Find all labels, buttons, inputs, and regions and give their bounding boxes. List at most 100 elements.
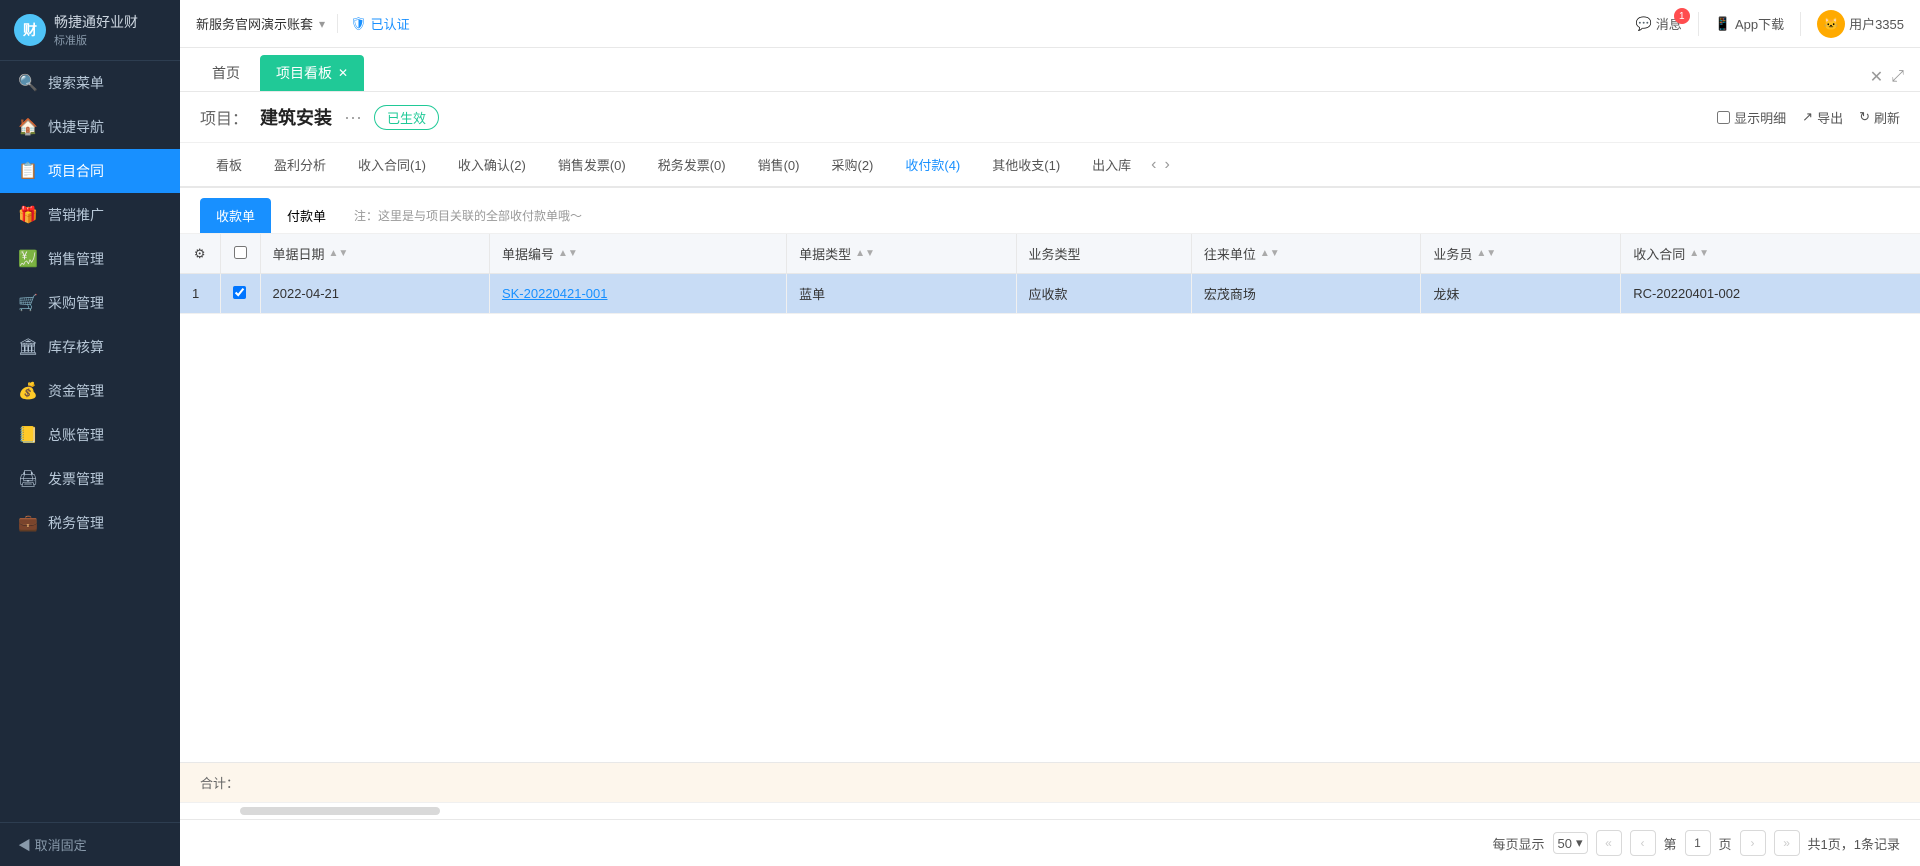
sub2tab-payment-label: 付款单 xyxy=(287,209,326,224)
prev-icon: ‹ xyxy=(1641,836,1645,850)
row-number[interactable]: SK-20220421-001 xyxy=(489,274,786,314)
select-all-checkbox[interactable] xyxy=(234,246,247,259)
sidebar-item-label: 搜索菜单 xyxy=(48,73,104,93)
sort-salesperson-icon[interactable]: ▲▼ xyxy=(1476,248,1496,259)
col-number-label: 单据编号 xyxy=(502,244,554,263)
sort-partner-icon[interactable]: ▲▼ xyxy=(1260,248,1280,259)
verified-badge: 🛡 已认证 xyxy=(350,14,410,33)
refresh-label: 刷新 xyxy=(1874,108,1900,127)
sub2tab-payment-bill[interactable]: 付款单 xyxy=(271,198,342,233)
window-maximize-button[interactable]: ⤢ xyxy=(1891,68,1904,86)
show-detail-checkbox[interactable] xyxy=(1717,111,1730,124)
app-edition: 标准版 xyxy=(54,32,138,48)
subtab-kanban[interactable]: 看板 xyxy=(200,143,258,188)
horizontal-scrollbar[interactable] xyxy=(240,807,440,815)
tab-project-board[interactable]: 项目看板 ✕ xyxy=(260,55,364,91)
pagination-prev-button[interactable]: ‹ xyxy=(1630,830,1656,856)
per-page-select[interactable]: 50 ▾ xyxy=(1553,832,1588,854)
pagination-last-button[interactable]: » xyxy=(1774,830,1800,856)
topbar-right: 💬 消息 1 📱 App下载 🐱 用户3355 xyxy=(1636,10,1904,38)
col-partner-label: 往来单位 xyxy=(1204,244,1256,263)
row-biz-type-value: 应收款 xyxy=(1029,287,1068,302)
user-menu[interactable]: 🐱 用户3355 xyxy=(1817,10,1904,38)
subtab-income-contract[interactable]: 收入合同(1) xyxy=(342,143,442,188)
topbar: 新服务官网演示账套 ▾ 🛡 已认证 💬 消息 1 📱 App下载 🐱 用户335… xyxy=(180,0,1920,48)
tab-close-icon[interactable]: ✕ xyxy=(338,66,348,80)
sidebar-unpin-button[interactable]: ◀ 取消固定 xyxy=(0,822,180,866)
sort-contract-icon[interactable]: ▲▼ xyxy=(1689,248,1709,259)
sidebar-item-purchase[interactable]: 🛒 采购管理 xyxy=(0,281,180,325)
subtab-next-nav[interactable]: › xyxy=(1161,144,1174,186)
per-page-value: 50 xyxy=(1558,836,1572,851)
subtab-tax-invoice-label: 税务发票(0) xyxy=(658,158,726,173)
sidebar-item-search[interactable]: 🔍 搜索菜单 xyxy=(0,61,180,105)
sidebar-item-label: 库存核算 xyxy=(48,337,104,357)
row-biz-type: 应收款 xyxy=(1016,274,1191,314)
app-download-button[interactable]: 📱 App下载 xyxy=(1715,14,1784,33)
sidebar-item-inventory[interactable]: 🏛 库存核算 xyxy=(0,325,180,369)
sidebar-item-invoice[interactable]: 🖨 发票管理 xyxy=(0,457,180,501)
pagination-first-button[interactable]: « xyxy=(1596,830,1622,856)
more-options-button[interactable]: ··· xyxy=(344,107,362,128)
col-checkbox[interactable] xyxy=(220,234,260,274)
sort-type-icon[interactable]: ▲▼ xyxy=(855,248,875,259)
col-type-label: 单据类型 xyxy=(799,244,851,263)
sidebar-item-ledger[interactable]: 📒 总账管理 xyxy=(0,413,180,457)
pagination-next-button[interactable]: › xyxy=(1740,830,1766,856)
row-num: 1 xyxy=(180,274,220,314)
subtab-purchase[interactable]: 采购(2) xyxy=(815,143,889,188)
row-type: 蓝单 xyxy=(787,274,1016,314)
refresh-button[interactable]: ↻ 刷新 xyxy=(1859,108,1900,127)
show-detail-checkbox-label[interactable]: 显示明细 xyxy=(1717,108,1786,127)
row-partner: 宏茂商场 xyxy=(1191,274,1420,314)
project-prefix: 项目： xyxy=(200,105,248,129)
subtab-receipt[interactable]: 收付款(4) xyxy=(889,143,976,188)
sidebar-item-quicknav[interactable]: 🏠 快捷导航 xyxy=(0,105,180,149)
sidebar-item-marketing[interactable]: 🎁 营销推广 xyxy=(0,193,180,237)
page-suffix: 页 xyxy=(1719,834,1732,853)
table-row[interactable]: 1 2022-04-21 SK-20220421-001 蓝单 xyxy=(180,274,1920,314)
row-select-checkbox[interactable] xyxy=(233,286,246,299)
subtab-tax-invoice[interactable]: 税务发票(0) xyxy=(642,143,742,188)
messages-button[interactable]: 💬 消息 1 xyxy=(1636,14,1682,33)
col-settings[interactable]: ⚙ xyxy=(180,234,220,274)
pagination: 每页显示 50 ▾ « ‹ 第 1 页 › » 共1页，1条记录 xyxy=(180,819,1920,866)
invoice-icon: 🖨 xyxy=(18,469,38,489)
user-name: 用户3355 xyxy=(1849,14,1904,33)
row-date-value: 2022-04-21 xyxy=(273,286,340,301)
subtab-inout[interactable]: 出入库 xyxy=(1076,143,1147,188)
row-salesperson-value: 龙妹 xyxy=(1433,287,1459,302)
sidebar-item-label: 销售管理 xyxy=(48,249,104,269)
sidebar: 财 畅捷通好业财 标准版 🔍 搜索菜单 🏠 快捷导航 📋 项目合同 🎁 营销推广… xyxy=(0,0,180,866)
content-header: 项目： 建筑安装 ··· 已生效 显示明细 ↗ 导出 ↻ 刷新 xyxy=(180,92,1920,143)
sales-icon: 💹 xyxy=(18,249,38,269)
subtab-income-confirm[interactable]: 收入确认(2) xyxy=(442,143,542,188)
subtab-sales-invoice[interactable]: 销售发票(0) xyxy=(542,143,642,188)
subtab-kanban-label: 看板 xyxy=(216,158,242,173)
sidebar-item-tax[interactable]: 💼 税务管理 xyxy=(0,501,180,545)
sidebar-item-sales[interactable]: 💹 销售管理 xyxy=(0,237,180,281)
page-number-input[interactable]: 1 xyxy=(1685,830,1711,856)
row-number-link[interactable]: SK-20220421-001 xyxy=(502,286,608,301)
subtab-profit[interactable]: 盈利分析 xyxy=(258,143,342,188)
tab-home[interactable]: 首页 xyxy=(196,55,256,91)
sidebar-item-contract[interactable]: 📋 项目合同 xyxy=(0,149,180,193)
sub2tab-receipt-bill[interactable]: 收款单 xyxy=(200,198,271,233)
status-text: 已生效 xyxy=(387,111,426,126)
row-checkbox[interactable] xyxy=(220,274,260,314)
last-icon: » xyxy=(1783,836,1790,850)
sort-number-icon[interactable]: ▲▼ xyxy=(558,248,578,259)
subtabs: 看板 盈利分析 收入合同(1) 收入确认(2) 销售发票(0) 税务发票(0) … xyxy=(180,143,1920,188)
sidebar-item-finance[interactable]: 💰 资金管理 xyxy=(0,369,180,413)
export-button[interactable]: ↗ 导出 xyxy=(1802,108,1843,127)
subtab-other-expense[interactable]: 其他收支(1) xyxy=(976,143,1076,188)
subtab-sales[interactable]: 销售(0) xyxy=(742,143,816,188)
window-close-button[interactable]: ✕ xyxy=(1870,67,1883,87)
account-selector[interactable]: 新服务官网演示账套 ▾ xyxy=(196,14,338,33)
warehouse-icon: 🏛 xyxy=(18,337,38,357)
col-date: 单据日期 ▲▼ xyxy=(260,234,489,274)
subtab-prev-nav[interactable]: ‹ xyxy=(1147,144,1160,186)
sidebar-item-label: 发票管理 xyxy=(48,469,104,489)
export-label: 导出 xyxy=(1817,108,1843,127)
sort-date-icon[interactable]: ▲▼ xyxy=(329,248,349,259)
